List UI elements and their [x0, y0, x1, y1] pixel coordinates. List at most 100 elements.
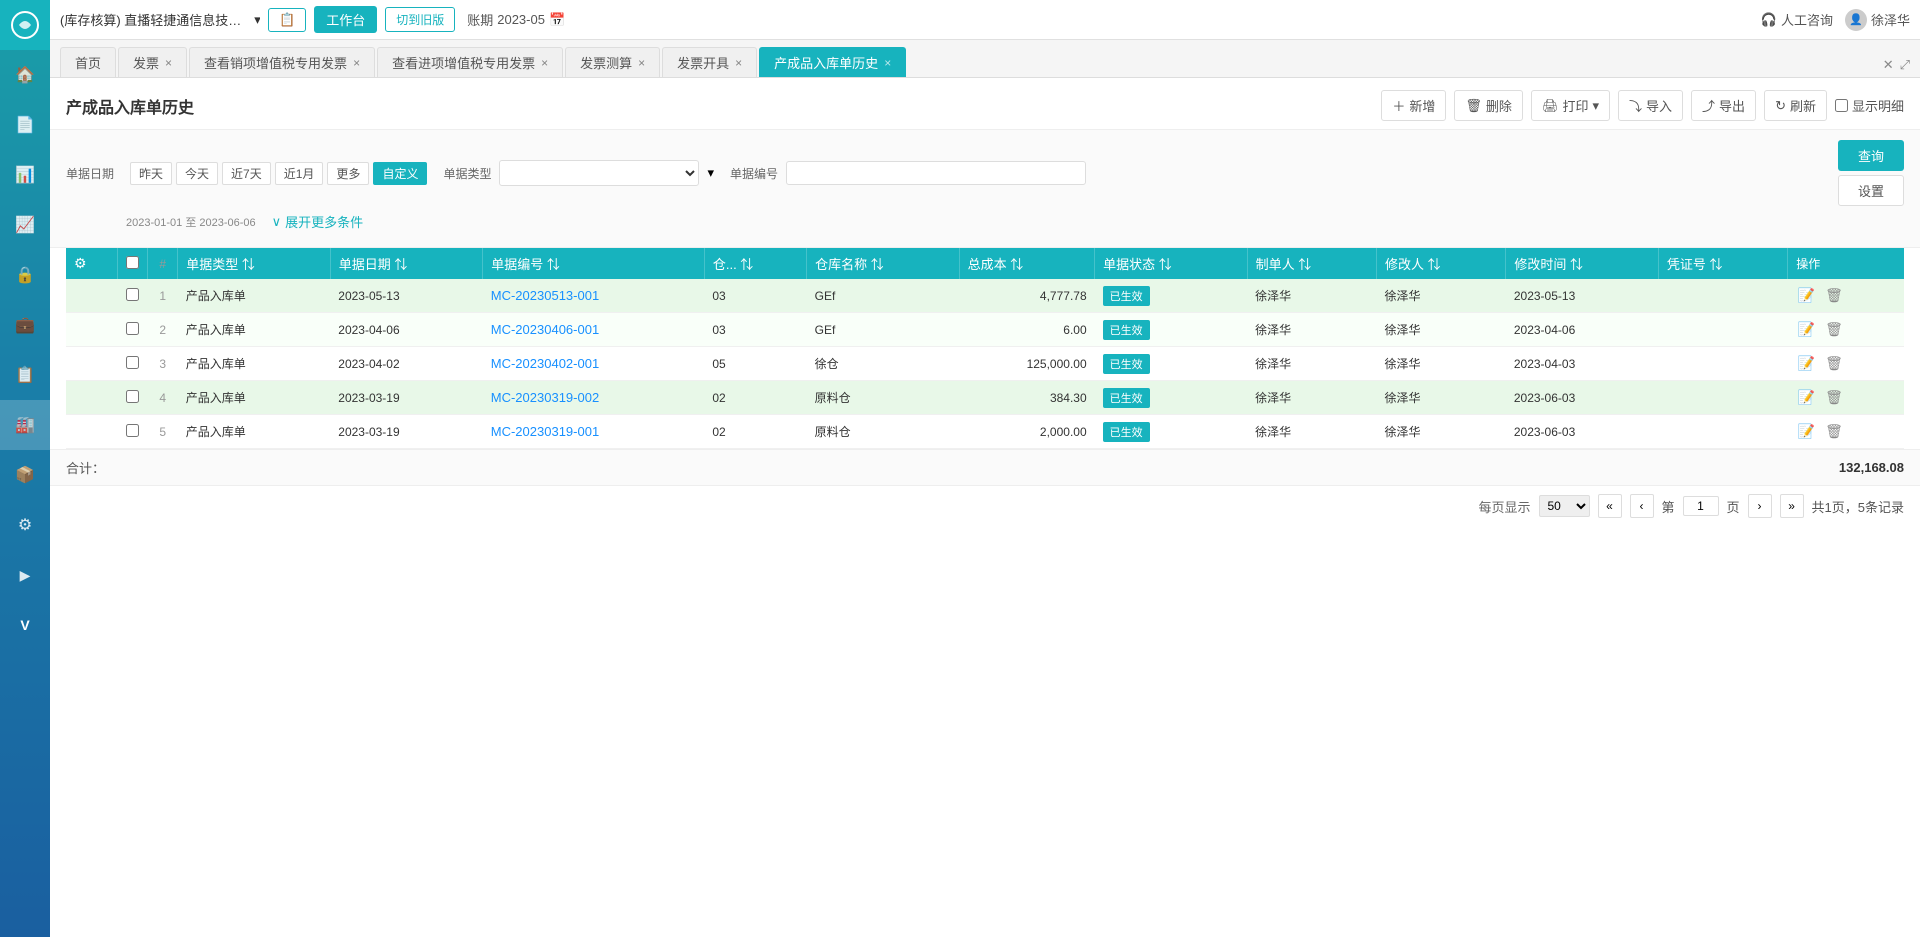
close-all-icon[interactable]: ✕ — [1883, 57, 1894, 73]
ai-consult[interactable]: 🎧 人工咨询 — [1761, 10, 1833, 29]
th-doc-date[interactable]: 单据日期 ⇅ — [330, 248, 483, 279]
sidebar-item-home[interactable]: 🏠 — [0, 50, 50, 100]
sidebar-item-expense[interactable]: 💼 — [0, 300, 50, 350]
row-doc-no[interactable]: MC-20230406-001 — [483, 313, 705, 347]
pagination: 每页显示 50 100 200 « ‹ 第 页 › » 共1页，5条记录 — [50, 485, 1920, 526]
query-button[interactable]: 查询 — [1838, 140, 1904, 171]
copy-button[interactable]: 📋 — [268, 8, 306, 32]
sidebar-item-purchase[interactable]: 📋 — [0, 350, 50, 400]
date-btn-yesterday[interactable]: 昨天 — [130, 162, 172, 185]
workbench-button[interactable]: 工作台 — [314, 6, 377, 33]
per-page-label: 每页显示 — [1478, 497, 1530, 516]
row-checkbox[interactable] — [118, 381, 148, 415]
date-btn-today[interactable]: 今天 — [176, 162, 218, 185]
new-button[interactable]: ＋ 新增 — [1381, 90, 1446, 121]
user-info[interactable]: 👤 徐泽华 — [1845, 9, 1910, 31]
th-doc-no[interactable]: 单据编号 ⇅ — [483, 248, 705, 279]
th-warehouse-code[interactable]: 仓... ⇅ — [704, 248, 806, 279]
sidebar-item-report[interactable]: 📊 — [0, 150, 50, 200]
tab-home[interactable]: 首页 — [60, 47, 116, 77]
row-checkbox[interactable] — [118, 279, 148, 313]
sidebar-item-inventory[interactable]: 📦 — [0, 450, 50, 500]
row-doc-no[interactable]: MC-20230402-001 — [483, 347, 705, 381]
row-doc-no[interactable]: MC-20230319-001 — [483, 415, 705, 449]
tab-product-inbound-close[interactable]: × — [884, 56, 891, 70]
row-edit-btn[interactable]: 📝 — [1796, 319, 1817, 340]
row-edit-btn[interactable]: 📝 — [1796, 285, 1817, 306]
tab-sales-invoice[interactable]: 查看销项增值税专用发票 × — [189, 47, 375, 77]
th-checkbox[interactable] — [118, 248, 148, 279]
delete-button[interactable]: 🗑 删除 — [1454, 90, 1523, 121]
th-modify-time[interactable]: 修改时间 ⇅ — [1506, 248, 1659, 279]
date-btn-1month[interactable]: 近1月 — [275, 162, 324, 185]
tab-invoice[interactable]: 发票 × — [118, 47, 187, 77]
row-delete-btn[interactable]: 🗑 — [1823, 387, 1845, 408]
doc-type-select[interactable] — [499, 160, 699, 186]
first-page-btn[interactable]: « — [1598, 494, 1622, 518]
row-delete-btn[interactable]: 🗑 — [1823, 319, 1845, 340]
tab-purchase-invoice-close[interactable]: × — [541, 56, 548, 70]
th-modifier[interactable]: 修改人 ⇅ — [1377, 248, 1506, 279]
per-page-select[interactable]: 50 100 200 — [1539, 495, 1590, 517]
set-button[interactable]: 设置 — [1838, 175, 1904, 206]
row-doc-date: 2023-05-13 — [330, 279, 483, 313]
calendar-icon[interactable]: 📅 — [549, 12, 565, 28]
export-button[interactable]: ⤴ 导出 — [1691, 90, 1756, 121]
sidebar-item-v[interactable]: V — [0, 600, 50, 650]
show-detail-toggle[interactable]: 显示明细 — [1835, 96, 1904, 115]
page-input[interactable] — [1683, 496, 1719, 516]
row-delete-btn[interactable]: 🗑 — [1823, 421, 1845, 442]
th-warehouse-name[interactable]: 仓库名称 ⇅ — [807, 248, 960, 279]
row-num: 3 — [148, 347, 178, 381]
tab-sales-invoice-close[interactable]: × — [353, 56, 360, 70]
th-creator[interactable]: 制单人 ⇅ — [1247, 248, 1376, 279]
row-doc-no[interactable]: MC-20230513-001 — [483, 279, 705, 313]
row-edit-btn[interactable]: 📝 — [1796, 353, 1817, 374]
th-status[interactable]: 单据状态 ⇅ — [1095, 248, 1248, 279]
row-doc-no[interactable]: MC-20230319-002 — [483, 381, 705, 415]
row-checkbox[interactable] — [118, 415, 148, 449]
sidebar-item-settings[interactable]: ⚙ — [0, 500, 50, 550]
sidebar-item-production[interactable]: 🏭 — [0, 400, 50, 450]
tab-invoice-issue-close[interactable]: × — [735, 56, 742, 70]
sidebar-item-asset[interactable]: 🔒 — [0, 250, 50, 300]
th-gear[interactable]: ⚙ — [66, 248, 118, 279]
print-button[interactable]: 🖨 打印 ▾ — [1531, 90, 1610, 121]
sidebar-item-invoice[interactable]: 📄 — [0, 100, 50, 150]
tab-invoice-issue[interactable]: 发票开具 × — [662, 47, 757, 77]
tab-invoice-calc-close[interactable]: × — [638, 56, 645, 70]
date-btn-7days[interactable]: 近7天 — [222, 162, 271, 185]
tab-purchase-invoice[interactable]: 查看进项增值税专用发票 × — [377, 47, 563, 77]
row-modify-time: 2023-06-03 — [1506, 415, 1659, 449]
last-page-btn[interactable]: » — [1780, 494, 1804, 518]
tab-invoice-calc[interactable]: 发票测算 × — [565, 47, 660, 77]
import-button[interactable]: ⤵ 导入 — [1618, 90, 1683, 121]
date-btn-custom[interactable]: 自定义 — [373, 162, 427, 185]
sidebar-item-analysis[interactable]: 📈 — [0, 200, 50, 250]
select-all-checkbox[interactable] — [126, 256, 139, 269]
row-modifier: 徐泽华 — [1377, 381, 1506, 415]
show-detail-checkbox[interactable] — [1835, 99, 1848, 112]
refresh-button[interactable]: ↻ 刷新 — [1764, 90, 1827, 121]
date-btn-more[interactable]: 更多 — [327, 162, 369, 185]
expand-conditions-btn[interactable]: ∨ 展开更多条件 — [272, 212, 364, 231]
company-selector[interactable]: (库存核算) 直播轻捷通信息技术股份... ▾ — [60, 10, 260, 29]
th-voucher-no[interactable]: 凭证号 ⇅ — [1658, 248, 1787, 279]
row-checkbox[interactable] — [118, 347, 148, 381]
row-delete-btn[interactable]: 🗑 — [1823, 285, 1845, 306]
doc-no-input[interactable] — [786, 161, 1086, 185]
row-edit-btn[interactable]: 📝 — [1796, 387, 1817, 408]
row-voucher-no — [1658, 279, 1787, 313]
row-delete-btn[interactable]: 🗑 — [1823, 353, 1845, 374]
row-edit-btn[interactable]: 📝 — [1796, 421, 1817, 442]
tab-invoice-close[interactable]: × — [165, 56, 172, 70]
expand-tabs-icon[interactable]: ⤢ — [1900, 57, 1910, 73]
th-total-cost[interactable]: 总成本 ⇅ — [959, 248, 1094, 279]
prev-page-btn[interactable]: ‹ — [1630, 494, 1654, 518]
th-doc-type[interactable]: 单据类型 ⇅ — [178, 248, 331, 279]
tab-product-inbound[interactable]: 产成品入库单历史 × — [759, 47, 906, 77]
sidebar-item-video[interactable]: ▶ — [0, 550, 50, 600]
row-checkbox[interactable] — [118, 313, 148, 347]
next-page-btn[interactable]: › — [1748, 494, 1772, 518]
switch-old-button[interactable]: 切到旧版 — [385, 7, 455, 32]
